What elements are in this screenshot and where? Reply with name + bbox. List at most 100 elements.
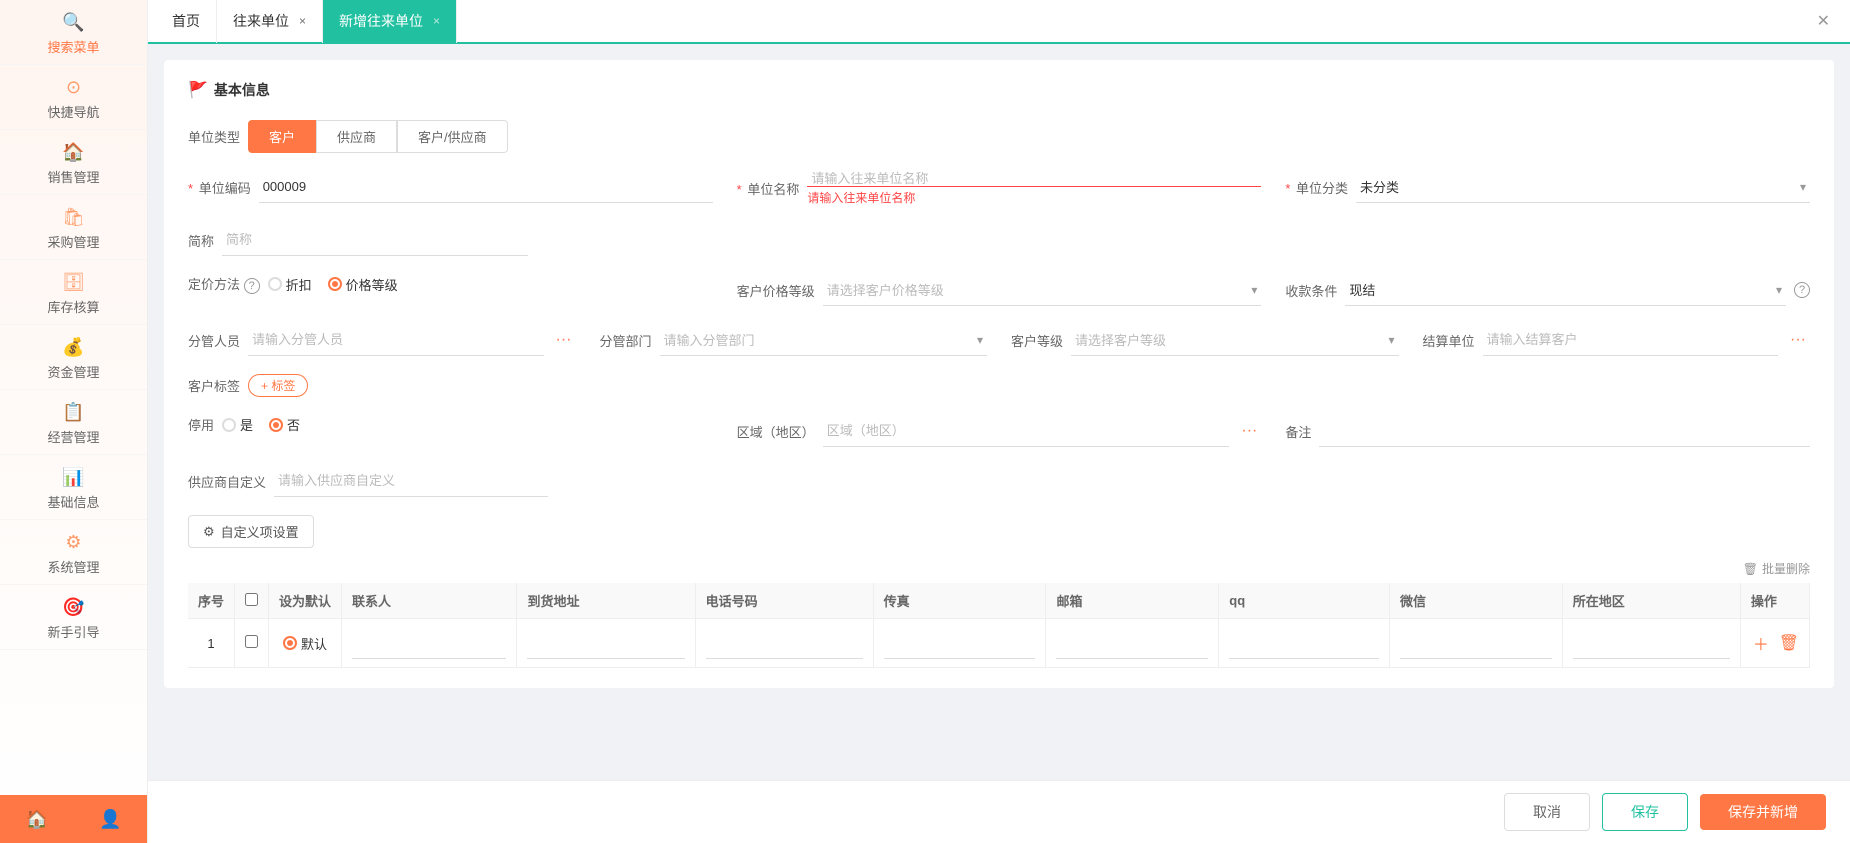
add-row-btn[interactable]: ＋ <box>1751 633 1771 653</box>
row-fax-input[interactable] <box>884 627 1036 659</box>
col-check <box>235 583 269 619</box>
custom-settings-label: 自定义项设置 <box>221 522 299 541</box>
window-close-btn[interactable]: ✕ <box>1805 11 1842 31</box>
short-name-row: 简称 <box>188 224 1810 256</box>
settlement-unit-more-btn[interactable]: ··· <box>1786 331 1810 349</box>
payment-terms-help-icon[interactable]: ? <box>1794 282 1810 298</box>
batch-delete-area: 🗑 批量删除 <box>188 560 1810 577</box>
inventory-icon: 🗄 <box>62 272 85 293</box>
manager-row: 分管人员 ··· 分管部门 请输入分管部门 ▾ 客户等级 请选择客户等级 ▾ <box>188 324 1810 356</box>
radio-discount-label: 折扣 <box>286 275 312 294</box>
add-tag-label: + 标签 <box>261 377 295 394</box>
tab-bar: 首页 往来单位 × 新增往来单位 × ✕ <box>148 0 1850 44</box>
type-btn-supplier[interactable]: 供应商 <box>316 120 397 153</box>
footer-user-btn[interactable]: 👤 <box>74 795 148 843</box>
customer-price-level-placeholder: 请选择客户价格等级 <box>827 280 1248 299</box>
save-new-button[interactable]: 保存并新增 <box>1700 794 1826 830</box>
area-input[interactable] <box>823 415 1230 447</box>
sidebar-item-system[interactable]: ⚙ 系统管理 <box>0 520 147 585</box>
customer-price-level-select[interactable]: 请选择客户价格等级 ▾ <box>823 274 1262 306</box>
type-btn-both[interactable]: 客户/供应商 <box>397 120 508 153</box>
unit-code-label: * 单位编码 <box>188 178 251 197</box>
cancel-button[interactable]: 取消 <box>1504 793 1590 831</box>
remarks-input[interactable] <box>1319 415 1810 447</box>
area-field: 区域（地区） ··· <box>737 415 1262 447</box>
tab-contacts-close[interactable]: × <box>299 14 306 28</box>
radio-discount[interactable]: 折扣 <box>268 275 312 294</box>
radio-yes[interactable]: 是 <box>222 415 253 434</box>
save-button[interactable]: 保存 <box>1602 793 1688 831</box>
short-name-input[interactable] <box>222 224 528 256</box>
content-area: 🚩 基本信息 单位类型 客户 供应商 客户/供应商 * <box>148 44 1850 780</box>
customer-level-chevron: ▾ <box>1388 333 1394 347</box>
sidebar-newbie-label: 新手引导 <box>47 622 99 641</box>
flag-icon: 🚩 <box>188 80 208 100</box>
sidebar-item-newbie[interactable]: 🎯 新手引导 <box>0 585 147 650</box>
gear-icon: ⚙ <box>203 524 215 540</box>
row-default-radio[interactable]: 默认 <box>279 634 331 653</box>
search-icon: 🔍 <box>62 12 84 33</box>
row-checkbox[interactable] <box>245 635 258 648</box>
manager-more-btn[interactable]: ··· <box>552 331 576 349</box>
section-title-text: 基本信息 <box>214 80 270 100</box>
unit-code-input[interactable] <box>259 171 713 203</box>
radio-no-circle <box>269 418 283 432</box>
tab-new-contact-close[interactable]: × <box>433 14 440 28</box>
unit-code-field: * 单位编码 <box>188 171 713 203</box>
row-address <box>517 619 695 668</box>
system-icon: ⚙ <box>65 532 81 553</box>
radio-no[interactable]: 否 <box>269 415 300 434</box>
customer-price-level-label: 客户价格等级 <box>737 281 815 300</box>
footer-home-btn[interactable]: 🏠 <box>0 795 74 843</box>
tab-contacts[interactable]: 往来单位 × <box>217 0 323 43</box>
operations-icon: 📋 <box>62 402 84 423</box>
sidebar-item-sales[interactable]: 🏠 销售管理 <box>0 130 147 195</box>
row-address-input[interactable] <box>527 627 684 659</box>
row-region-input[interactable] <box>1573 627 1730 659</box>
customer-level-select[interactable]: 请选择客户等级 ▾ <box>1071 324 1398 356</box>
sidebar-item-purchase[interactable]: 🛍 采购管理 <box>0 195 147 260</box>
unit-category-select[interactable]: 未分类 ▾ <box>1356 171 1810 203</box>
sidebar-item-inventory[interactable]: 🗄 库存核算 <box>0 260 147 325</box>
unit-name-input[interactable] <box>807 171 1261 187</box>
col-address: 到货地址 <box>517 583 695 619</box>
manager-input[interactable] <box>248 324 544 356</box>
sidebar-item-search[interactable]: 🔍 搜索菜单 <box>0 0 147 65</box>
select-all-checkbox[interactable] <box>245 593 258 606</box>
newbie-icon: 🎯 <box>62 597 84 618</box>
unit-type-buttons: 客户 供应商 客户/供应商 <box>248 120 508 153</box>
row-contact-input[interactable] <box>352 627 506 659</box>
purchase-icon: 🛍 <box>62 207 85 228</box>
settlement-unit-input[interactable] <box>1483 324 1779 356</box>
type-btn-customer[interactable]: 客户 <box>248 120 316 153</box>
sidebar-sales-label: 销售管理 <box>47 167 99 186</box>
department-label: 分管部门 <box>600 331 652 350</box>
row-actions: ＋ 🗑 <box>1740 619 1809 668</box>
payment-terms-select[interactable]: 现结 ▾ <box>1345 274 1786 306</box>
department-select[interactable]: 请输入分管部门 ▾ <box>660 324 987 356</box>
sidebar-item-operations[interactable]: 📋 经营管理 <box>0 390 147 455</box>
payment-terms-field: 收款条件 现结 ▾ ? <box>1285 274 1810 306</box>
sidebar-item-quick-nav[interactable]: ⊙ 快捷导航 <box>0 65 147 130</box>
supplier-custom-input[interactable] <box>274 465 548 497</box>
row-wechat-input[interactable] <box>1400 627 1552 659</box>
radio-price-level[interactable]: 价格等级 <box>328 275 398 294</box>
finance-icon: 💰 <box>62 337 84 358</box>
sidebar-item-basic-info[interactable]: 📊 基础信息 <box>0 455 147 520</box>
tab-new-contact[interactable]: 新增往来单位 × <box>323 0 457 43</box>
customer-tag-label: 客户标签 <box>188 376 240 395</box>
row-phone-input[interactable] <box>706 627 863 659</box>
row-email-input[interactable] <box>1056 627 1208 659</box>
col-action: 操作 <box>1740 583 1809 619</box>
pricing-help-icon[interactable]: ? <box>244 278 260 294</box>
tab-home[interactable]: 首页 <box>156 0 217 43</box>
radio-yes-circle <box>222 418 236 432</box>
sales-icon: 🏠 <box>62 142 84 163</box>
customer-level-placeholder: 请选择客户等级 <box>1075 330 1384 349</box>
area-more-btn[interactable]: ··· <box>1237 422 1261 440</box>
custom-settings-btn[interactable]: ⚙ 自定义项设置 <box>188 515 314 548</box>
delete-row-btn[interactable]: 🗑 <box>1779 633 1799 653</box>
row-qq-input[interactable] <box>1229 627 1379 659</box>
add-tag-btn[interactable]: + 标签 <box>248 374 308 397</box>
sidebar-item-finance[interactable]: 💰 资金管理 <box>0 325 147 390</box>
